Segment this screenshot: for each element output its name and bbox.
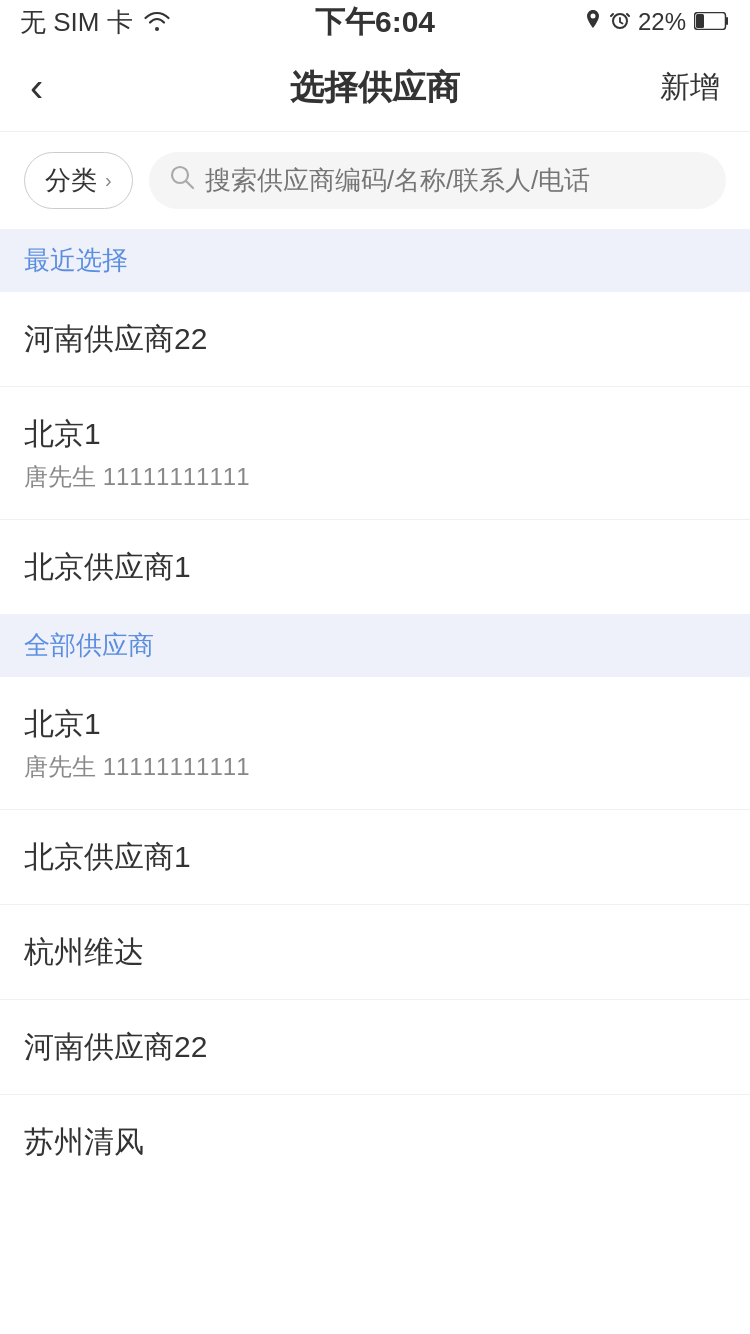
all-list-item[interactable]: 杭州维达 [0, 905, 750, 1000]
search-icon [169, 164, 195, 197]
recent-section-header: 最近选择 [0, 229, 750, 292]
all-list: 北京1 唐先生 11111111111 北京供应商1 杭州维达河南供应商22 苏州清风 [0, 677, 750, 1189]
back-button[interactable]: ‹ [30, 65, 43, 110]
all-list-item[interactable]: 北京供应商1 [0, 810, 750, 905]
status-left: 无 SIM 卡 [20, 5, 171, 40]
category-arrow-icon: › [105, 169, 112, 192]
recent-list-item[interactable]: 北京1 唐先生 11111111111 [0, 387, 750, 520]
item-name: 北京1 [24, 413, 726, 455]
page-title: 选择供应商 [290, 65, 460, 111]
item-sub: 唐先生 11111111111 [24, 751, 726, 783]
item-name: 河南供应商22 [24, 318, 726, 360]
carrier-label: 无 SIM 卡 [20, 5, 133, 40]
alarm-icon [610, 8, 630, 36]
all-section-label: 全部供应商 [24, 630, 154, 660]
item-name: 北京1 [24, 703, 726, 745]
battery-icon [694, 8, 730, 36]
search-input[interactable] [205, 165, 706, 196]
status-right: 22% [584, 8, 730, 36]
status-time: 下午6:04 [315, 2, 435, 43]
item-name: 河南供应商22 [24, 1026, 726, 1068]
category-filter-button[interactable]: 分类 › [24, 152, 133, 209]
recent-list-item[interactable]: 河南供应商22 [0, 292, 750, 387]
svg-rect-2 [696, 14, 704, 28]
category-label: 分类 [45, 163, 97, 198]
battery-label: 22% [638, 8, 686, 36]
all-list-item[interactable]: 苏州清风 [0, 1095, 750, 1189]
item-name: 杭州维达 [24, 931, 726, 973]
location-icon [584, 8, 602, 36]
search-box [149, 152, 726, 209]
all-section-header: 全部供应商 [0, 614, 750, 677]
all-list-item[interactable]: 河南供应商22 [0, 1000, 750, 1095]
recent-list: 河南供应商22 北京1 唐先生 11111111111 北京供应商1 [0, 292, 750, 614]
recent-list-item[interactable]: 北京供应商1 [0, 520, 750, 614]
recent-section-label: 最近选择 [24, 245, 128, 275]
wifi-icon [143, 7, 171, 38]
svg-point-3 [172, 167, 188, 183]
item-name: 苏州清风 [24, 1121, 726, 1163]
nav-bar: ‹ 选择供应商 新增 [0, 44, 750, 132]
item-name: 北京供应商1 [24, 836, 726, 878]
new-action-button[interactable]: 新增 [660, 67, 720, 108]
status-bar: 无 SIM 卡 下午6:04 22% [0, 0, 750, 44]
item-sub: 唐先生 11111111111 [24, 461, 726, 493]
item-name: 北京供应商1 [24, 546, 726, 588]
all-list-item[interactable]: 北京1 唐先生 11111111111 [0, 677, 750, 810]
search-row: 分类 › [0, 132, 750, 229]
